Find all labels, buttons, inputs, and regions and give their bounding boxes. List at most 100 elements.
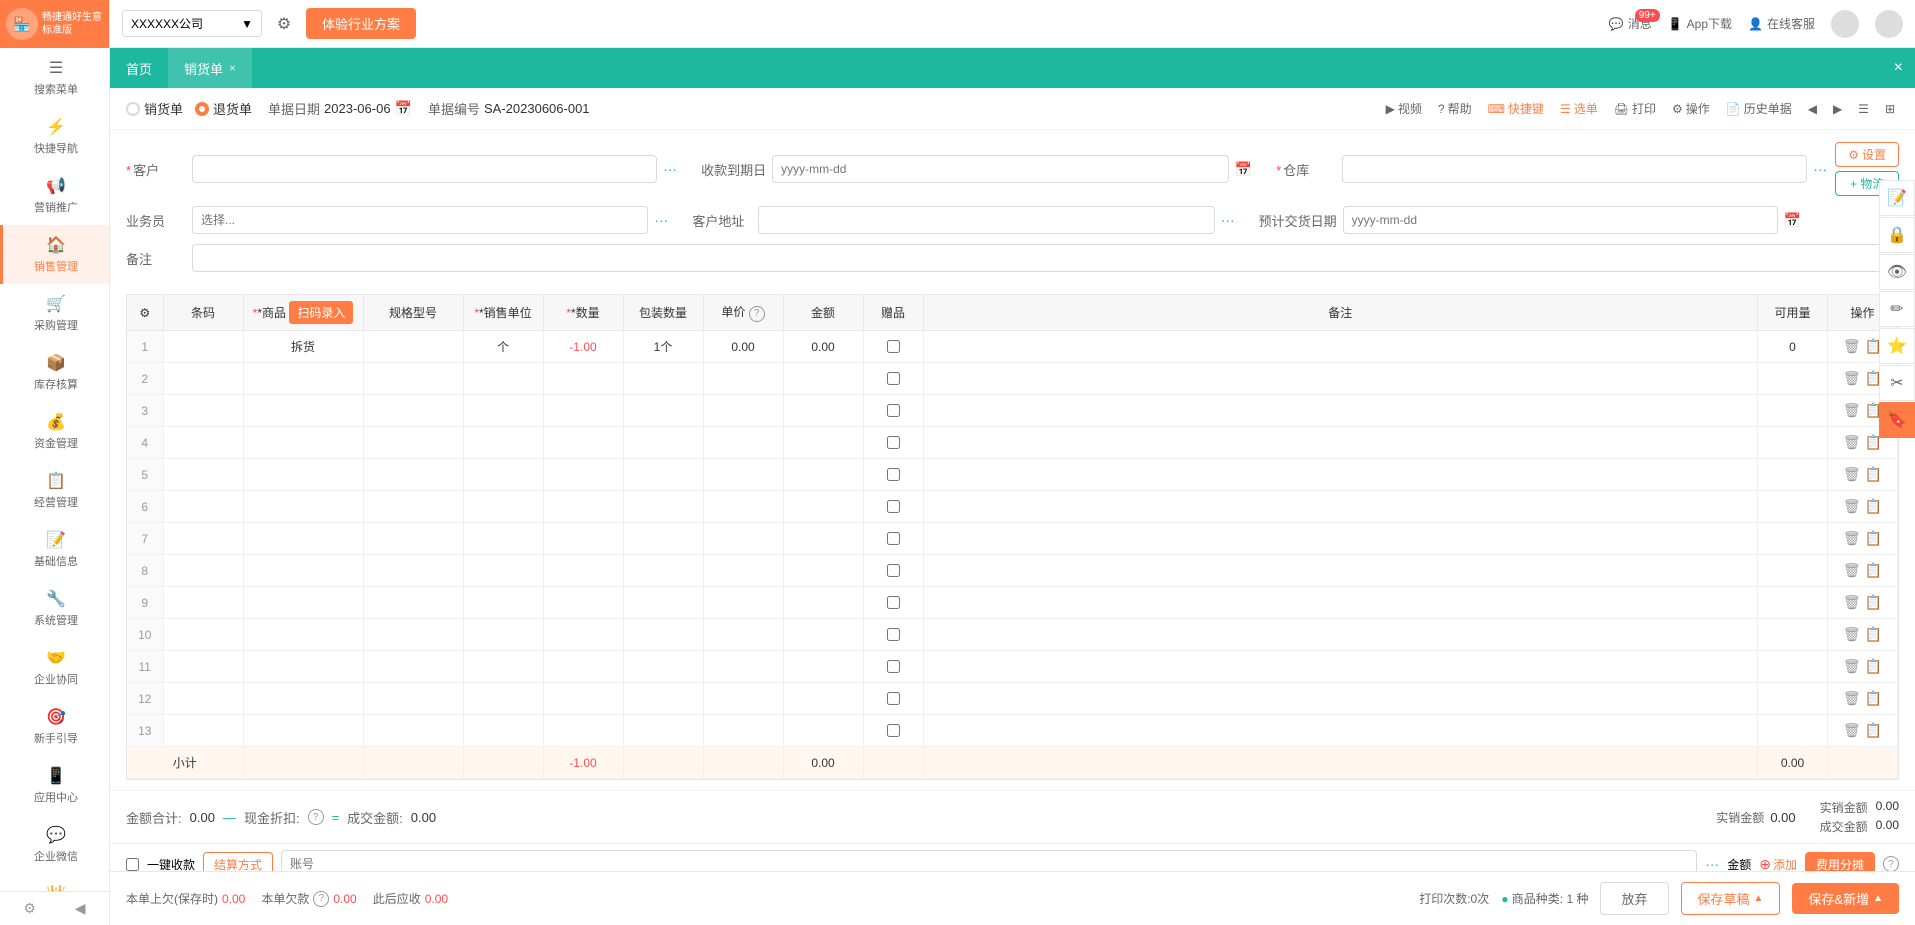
row-qty[interactable] bbox=[543, 651, 623, 683]
row-spec[interactable] bbox=[363, 459, 463, 491]
tab-close-btn[interactable]: × bbox=[229, 61, 236, 75]
gift-checkbox[interactable] bbox=[887, 372, 900, 385]
sidebar-item-marketing[interactable]: 📢 营销推广 bbox=[0, 166, 109, 225]
shortcut-btn[interactable]: ⌨ 快捷键 bbox=[1484, 98, 1548, 119]
row-barcode[interactable] bbox=[163, 587, 243, 619]
row-spec[interactable] bbox=[363, 555, 463, 587]
date-value[interactable]: 2023-06-06 bbox=[324, 101, 391, 116]
add-payment-btn[interactable]: ⊕ 添加 bbox=[1759, 856, 1797, 872]
gift-checkbox[interactable] bbox=[887, 404, 900, 417]
delete-row-btn[interactable]: 🗑 bbox=[1843, 722, 1861, 739]
doc-number-value[interactable]: SA-20230606-001 bbox=[484, 101, 590, 116]
row-price[interactable]: 0.00 bbox=[703, 331, 783, 363]
prev-record-btn[interactable]: ◀ bbox=[1804, 100, 1821, 118]
copy-row-btn[interactable]: 📋 bbox=[1865, 690, 1882, 707]
row-gift[interactable] bbox=[863, 715, 923, 747]
account-ellipsis[interactable]: ··· bbox=[1705, 856, 1719, 871]
row-unit[interactable] bbox=[463, 651, 543, 683]
sale-radio-btn[interactable] bbox=[126, 102, 140, 116]
save-draft-button[interactable]: 保存草稿 ▲ bbox=[1681, 882, 1781, 915]
delete-row-btn[interactable]: 🗑 bbox=[1843, 338, 1861, 355]
salesperson-input[interactable] bbox=[192, 206, 648, 234]
row-price[interactable] bbox=[703, 523, 783, 555]
row-gift[interactable] bbox=[863, 459, 923, 491]
row-spec[interactable] bbox=[363, 491, 463, 523]
delete-row-btn[interactable]: 🗑 bbox=[1843, 562, 1861, 579]
copy-row-btn[interactable]: 📋 bbox=[1865, 466, 1882, 483]
company-selector[interactable]: XXXXXX公司 ▼ bbox=[122, 10, 262, 37]
row-barcode[interactable] bbox=[163, 715, 243, 747]
copy-row-btn[interactable]: 📋 bbox=[1865, 626, 1882, 643]
history-btn[interactable]: 📄 历史单据 bbox=[1722, 98, 1796, 119]
delete-row-btn[interactable]: 🗑 bbox=[1843, 498, 1861, 515]
row-price[interactable] bbox=[703, 619, 783, 651]
row-remark[interactable] bbox=[923, 587, 1758, 619]
sidebar-item-wechat[interactable]: 💬 企业微信 bbox=[0, 815, 109, 874]
video-btn[interactable]: ▶ 视频 bbox=[1382, 98, 1426, 119]
remark-input[interactable] bbox=[192, 244, 1899, 272]
row-gift[interactable] bbox=[863, 619, 923, 651]
row-barcode[interactable] bbox=[163, 555, 243, 587]
row-unit[interactable] bbox=[463, 491, 543, 523]
delete-row-btn[interactable]: 🗑 bbox=[1843, 434, 1861, 451]
sidebar-item-operations[interactable]: 📋 经营管理 bbox=[0, 461, 109, 520]
gift-checkbox[interactable] bbox=[887, 500, 900, 513]
delete-row-btn[interactable]: 🗑 bbox=[1843, 594, 1861, 611]
customer-ellipsis[interactable]: ··· bbox=[663, 161, 677, 177]
row-product[interactable] bbox=[243, 683, 363, 715]
row-qty[interactable] bbox=[543, 491, 623, 523]
row-barcode[interactable] bbox=[163, 651, 243, 683]
sale-type-radio[interactable]: 销货单 bbox=[126, 99, 183, 118]
setup-btn[interactable]: ⚙ 设置 bbox=[1835, 142, 1899, 167]
grid-view-btn[interactable]: ⊞ bbox=[1881, 100, 1899, 118]
gift-checkbox[interactable] bbox=[887, 628, 900, 641]
warehouse-ellipsis[interactable]: ··· bbox=[1813, 161, 1827, 177]
sale-order-tab[interactable]: 销货单 × bbox=[168, 48, 252, 88]
row-remark[interactable] bbox=[923, 459, 1758, 491]
gift-checkbox[interactable] bbox=[887, 692, 900, 705]
row-barcode[interactable] bbox=[163, 523, 243, 555]
row-qty[interactable] bbox=[543, 619, 623, 651]
row-qty[interactable] bbox=[543, 715, 623, 747]
sidebar-item-member[interactable]: 👑 畅会员 bbox=[0, 874, 109, 891]
row-product[interactable] bbox=[243, 715, 363, 747]
row-remark[interactable] bbox=[923, 715, 1758, 747]
sidebar-item-shortcut[interactable]: ⚡ 快捷导航 bbox=[0, 107, 109, 166]
receipt-date-input[interactable] bbox=[772, 155, 1229, 183]
calc-method-btn[interactable]: 结算方式 bbox=[203, 852, 273, 872]
float-btn-3[interactable]: 👁 bbox=[1879, 254, 1915, 290]
history-balance-help[interactable]: ? bbox=[313, 891, 329, 907]
trial-button[interactable]: 体验行业方案 bbox=[306, 8, 416, 39]
row-barcode[interactable] bbox=[163, 683, 243, 715]
row-pack-qty[interactable] bbox=[623, 363, 703, 395]
row-amount[interactable] bbox=[783, 491, 863, 523]
row-price[interactable] bbox=[703, 395, 783, 427]
float-btn-5[interactable]: ⭐ bbox=[1879, 328, 1915, 364]
row-price[interactable] bbox=[703, 683, 783, 715]
sidebar-item-guide[interactable]: 🎯 新手引导 bbox=[0, 697, 109, 756]
row-unit[interactable] bbox=[463, 715, 543, 747]
row-spec[interactable] bbox=[363, 363, 463, 395]
row-price[interactable] bbox=[703, 363, 783, 395]
gift-checkbox[interactable] bbox=[887, 436, 900, 449]
user-avatar[interactable] bbox=[1831, 10, 1859, 38]
row-amount[interactable] bbox=[783, 555, 863, 587]
expected-date-calendar-icon[interactable]: 📅 bbox=[1784, 212, 1801, 229]
row-qty[interactable] bbox=[543, 459, 623, 491]
row-qty[interactable] bbox=[543, 683, 623, 715]
app-download-action[interactable]: 📱 App下载 bbox=[1668, 15, 1732, 32]
delete-row-btn[interactable]: 🗑 bbox=[1843, 530, 1861, 547]
sidebar-item-search[interactable]: ☰ 搜索菜单 bbox=[0, 48, 109, 107]
row-amount[interactable] bbox=[783, 523, 863, 555]
row-product[interactable] bbox=[243, 587, 363, 619]
row-unit[interactable] bbox=[463, 587, 543, 619]
row-price[interactable] bbox=[703, 587, 783, 619]
row-pack-qty[interactable] bbox=[623, 619, 703, 651]
expected-date-input[interactable] bbox=[1343, 206, 1778, 234]
row-pack-qty[interactable]: 1个 bbox=[623, 331, 703, 363]
account-input[interactable] bbox=[281, 850, 1697, 871]
row-gift[interactable] bbox=[863, 683, 923, 715]
row-product[interactable] bbox=[243, 555, 363, 587]
copy-row-btn[interactable]: 📋 bbox=[1865, 530, 1882, 547]
gift-checkbox[interactable] bbox=[887, 564, 900, 577]
